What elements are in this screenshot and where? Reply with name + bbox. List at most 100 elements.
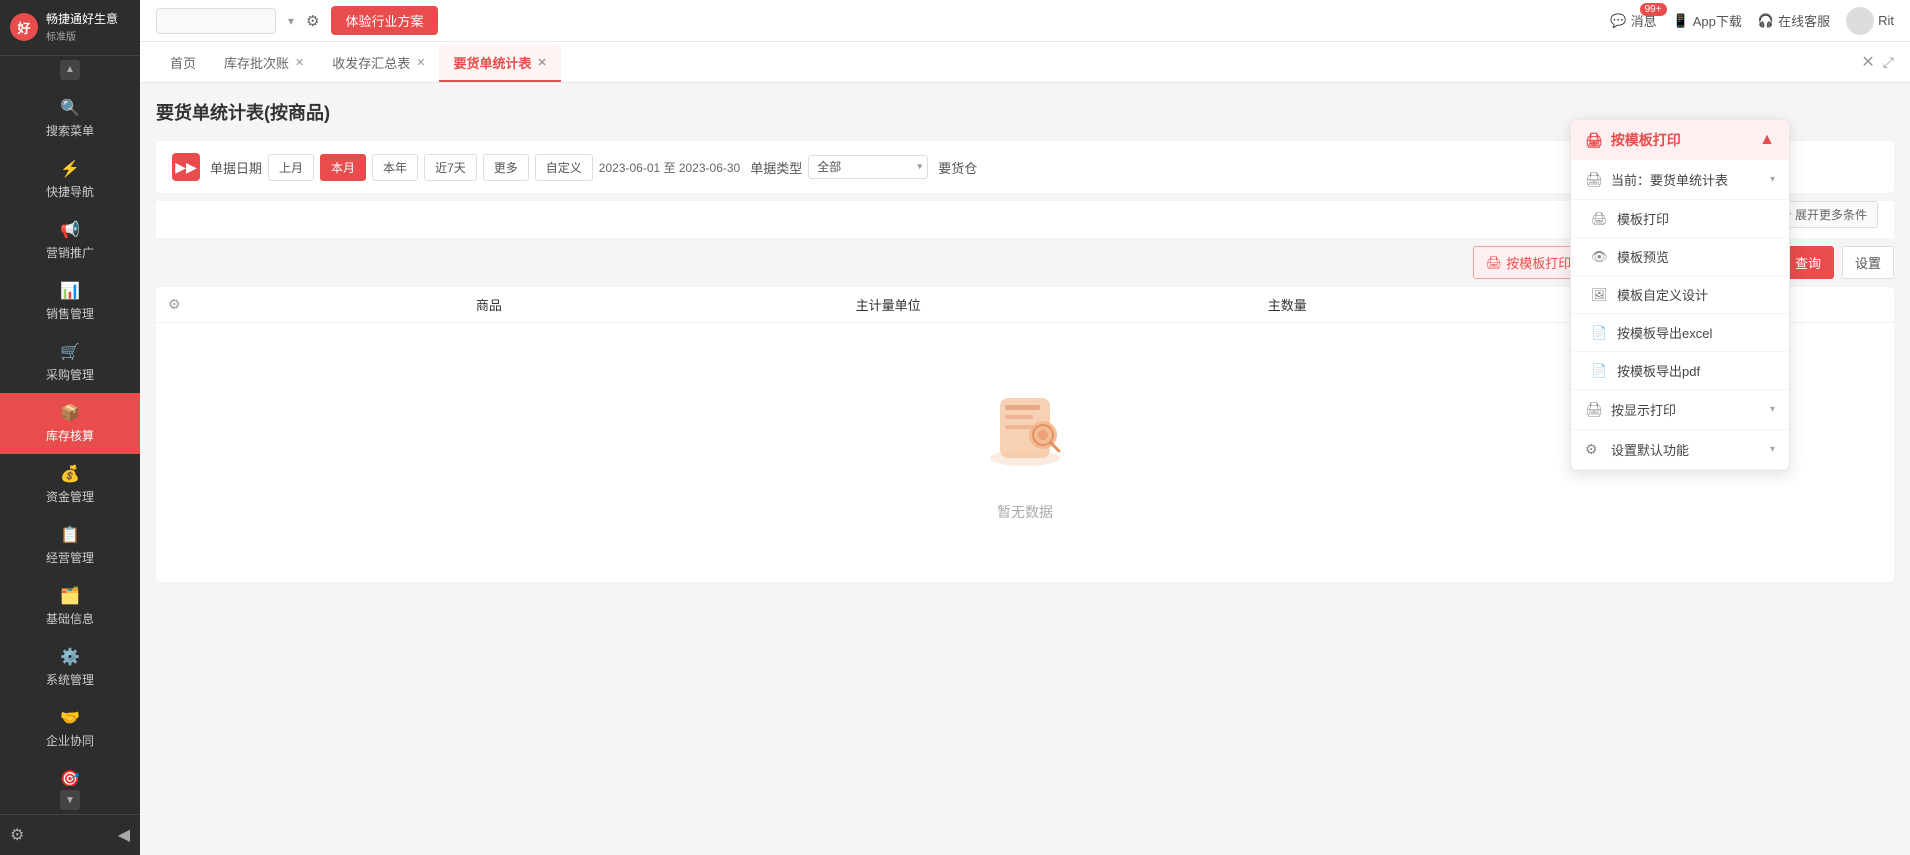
sidebar-item-operation[interactable]: 📋 经营管理 bbox=[0, 515, 140, 576]
settings-btn[interactable]: 设置 bbox=[1842, 246, 1894, 279]
sidebar-item-collab[interactable]: 🤝 企业协同 bbox=[0, 698, 140, 759]
collab-icon: 🤝 bbox=[60, 708, 80, 728]
template-excel-label: 按模板导出excel bbox=[1617, 323, 1712, 342]
basic-icon: 🗂️ bbox=[60, 586, 80, 606]
date-filter-label: 单据日期 bbox=[210, 158, 262, 177]
filter-toggle-btn[interactable]: ▶▶ bbox=[172, 153, 200, 181]
dropdown-template-print[interactable]: 🖨 模板打印 bbox=[1571, 200, 1789, 238]
sidebar-label-inventory: 库存核算 bbox=[46, 427, 94, 444]
empty-text: 暂无数据 bbox=[997, 502, 1053, 522]
tab-inventory-batch-label: 库存批次账 bbox=[224, 53, 289, 72]
table-col-quantity: 主数量 bbox=[1092, 295, 1483, 314]
topbar-gear-icon[interactable]: ⚙ bbox=[306, 12, 319, 30]
notification-badge: 99+ bbox=[1640, 3, 1667, 16]
tabs: 首页 库存批次账 ✕ 收发存汇总表 ✕ 要货单统计表 ✕ bbox=[140, 42, 1845, 82]
print-dropdown-menu: 🖨 按模板打印 ▲ 🖨 当前：要货单统计表 ▾ 🖨 模板打印 👁 模板预览 🖼 bbox=[1570, 119, 1790, 471]
operation-icon: 📋 bbox=[60, 525, 80, 545]
topbar-online-service[interactable]: 🎧 在线客服 bbox=[1758, 11, 1830, 30]
experience-btn[interactable]: 体验行业方案 bbox=[331, 6, 437, 35]
dropdown-display-print[interactable]: 🖨 按显示打印 ▾ bbox=[1571, 390, 1789, 430]
window-close-btn[interactable]: ✕ bbox=[1861, 52, 1874, 72]
sidebar-item-system[interactable]: ⚙️ 系统管理 bbox=[0, 637, 140, 698]
category-filter-group: 要货仓 bbox=[938, 158, 977, 177]
sidebar-item-sales[interactable]: 📊 销售管理 bbox=[0, 271, 140, 332]
table-col-unit: 主计量单位 bbox=[693, 295, 1084, 314]
settings-footer-icon[interactable]: ⚙ bbox=[10, 825, 24, 845]
sidebar-nav: 🔍 搜索菜单 ⚡ 快捷导航 📢 营销推广 📊 销售管理 🛒 采购管理 📦 库存核… bbox=[0, 84, 140, 786]
date-range-display: 2023-06-01 至 2023-06-30 bbox=[599, 159, 740, 176]
window-expand-btn[interactable]: ⤢ bbox=[1883, 54, 1894, 71]
tabs-bar: 首页 库存批次账 ✕ 收发存汇总表 ✕ 要货单统计表 ✕ ✕ ⤢ bbox=[140, 42, 1910, 83]
date-btn-this-year[interactable]: 本年 bbox=[372, 154, 418, 181]
system-icon: ⚙️ bbox=[60, 647, 80, 667]
sidebar-item-purchase[interactable]: 🛒 采购管理 bbox=[0, 332, 140, 393]
dropdown-template-excel[interactable]: 📄 按模板导出excel bbox=[1571, 314, 1789, 352]
dropdown-template-preview[interactable]: 👁 模板预览 bbox=[1571, 238, 1789, 276]
sidebar-label-sales: 销售管理 bbox=[46, 305, 94, 322]
table-col-settings[interactable]: ⚙ bbox=[168, 296, 285, 313]
dropdown-title-text: 按模板打印 bbox=[1611, 130, 1681, 150]
sidebar-item-search[interactable]: 🔍 搜索菜单 bbox=[0, 88, 140, 149]
dropdown-template-design[interactable]: 🖼 模板自定义设计 bbox=[1571, 276, 1789, 314]
topbar-search-input[interactable] bbox=[156, 8, 276, 34]
print-btn-label: 按模板打印 bbox=[1506, 253, 1571, 272]
sidebar-label-collab: 企业协同 bbox=[46, 732, 94, 749]
sidebar-label-operation: 经营管理 bbox=[46, 549, 94, 566]
sidebar-scroll-up[interactable]: ▲ bbox=[60, 60, 80, 80]
tab-inventory-batch-close[interactable]: ✕ bbox=[295, 56, 304, 69]
date-btn-prev-month[interactable]: 上月 bbox=[268, 154, 314, 181]
sidebar-item-marketing[interactable]: 📢 营销推广 bbox=[0, 210, 140, 271]
date-btn-7days[interactable]: 近7天 bbox=[424, 154, 477, 181]
search-icon: 🔍 bbox=[60, 98, 80, 118]
print-icon: 🖨 bbox=[1486, 255, 1503, 271]
type-filter-group: 单据类型 全部 要货单 bbox=[750, 155, 928, 179]
sidebar-label-marketing: 营销推广 bbox=[46, 244, 94, 261]
current-chevron-icon: ▾ bbox=[1770, 174, 1775, 185]
sidebar-item-finance[interactable]: 💰 资金管理 bbox=[0, 454, 140, 515]
main-content: ▾ ⚙ 体验行业方案 💬 消息 99+ 📱 App下载 🎧 在线客服 Rit bbox=[140, 0, 1910, 855]
sidebar-item-guide[interactable]: 🎯 新手引导 bbox=[0, 759, 140, 786]
display-print-label: 按显示打印 bbox=[1611, 400, 1676, 419]
collapse-icon[interactable]: ◀ bbox=[118, 825, 130, 845]
template-pdf-icon: 📄 bbox=[1591, 363, 1607, 379]
dropdown-template-pdf[interactable]: 📄 按模板导出pdf bbox=[1571, 352, 1789, 390]
tab-receipts-summary-label: 收发存汇总表 bbox=[332, 53, 410, 72]
template-preview-icon: 👁 bbox=[1591, 249, 1607, 265]
set-default-icon: ⚙ bbox=[1585, 441, 1601, 458]
dropdown-close-btn[interactable]: ▲ bbox=[1759, 131, 1775, 149]
tab-order-summary[interactable]: 要货单统计表 ✕ bbox=[439, 45, 560, 82]
finance-icon: 💰 bbox=[60, 464, 80, 484]
topbar-user[interactable]: Rit bbox=[1846, 7, 1894, 35]
sidebar-item-quicknav[interactable]: ⚡ 快捷导航 bbox=[0, 149, 140, 210]
tab-home[interactable]: 首页 bbox=[156, 45, 210, 82]
tab-order-summary-close[interactable]: ✕ bbox=[538, 56, 547, 69]
sidebar-scroll-down[interactable]: ▼ bbox=[60, 790, 80, 810]
sidebar-label-finance: 资金管理 bbox=[46, 488, 94, 505]
date-btn-this-month[interactable]: 本月 bbox=[320, 154, 366, 181]
table-gear-icon[interactable]: ⚙ bbox=[168, 296, 181, 312]
sidebar-label-quicknav: 快捷导航 bbox=[46, 183, 94, 200]
dropdown-set-default[interactable]: ⚙ 设置默认功能 ▾ bbox=[1571, 430, 1789, 470]
logo-text-wrap: 畅捷通好生意 标准版 bbox=[46, 12, 118, 43]
tab-receipts-summary-close[interactable]: ✕ bbox=[416, 56, 425, 69]
sidebar-label-system: 系统管理 bbox=[46, 671, 94, 688]
date-btn-custom[interactable]: 自定义 bbox=[535, 154, 593, 181]
type-filter-label: 单据类型 bbox=[750, 158, 802, 177]
dropdown-current-label: 当前：要货单统计表 bbox=[1611, 170, 1728, 189]
template-print-icon: 🖨 bbox=[1591, 211, 1607, 227]
date-btn-more[interactable]: 更多 bbox=[483, 154, 529, 181]
current-icon: 🖨 bbox=[1585, 171, 1601, 188]
tab-inventory-batch[interactable]: 库存批次账 ✕ bbox=[210, 45, 318, 82]
type-select[interactable]: 全部 要货单 bbox=[808, 155, 928, 179]
sidebar-footer: ⚙ ◀ bbox=[0, 814, 140, 855]
quicknav-icon: ⚡ bbox=[60, 159, 80, 179]
topbar-chevron-icon[interactable]: ▾ bbox=[288, 14, 294, 28]
topbar-app-download[interactable]: 📱 App下载 bbox=[1673, 11, 1742, 30]
topbar-messages[interactable]: 💬 消息 99+ bbox=[1610, 11, 1656, 30]
guide-icon: 🎯 bbox=[60, 769, 80, 786]
topbar: ▾ ⚙ 体验行业方案 💬 消息 99+ 📱 App下载 🎧 在线客服 Rit bbox=[140, 0, 1910, 42]
tab-receipts-summary[interactable]: 收发存汇总表 ✕ bbox=[318, 45, 439, 82]
sidebar-item-inventory[interactable]: 📦 库存核算 bbox=[0, 393, 140, 454]
dropdown-current-item[interactable]: 🖨 当前：要货单统计表 ▾ bbox=[1571, 160, 1789, 200]
sidebar-item-basic[interactable]: 🗂️ 基础信息 bbox=[0, 576, 140, 637]
